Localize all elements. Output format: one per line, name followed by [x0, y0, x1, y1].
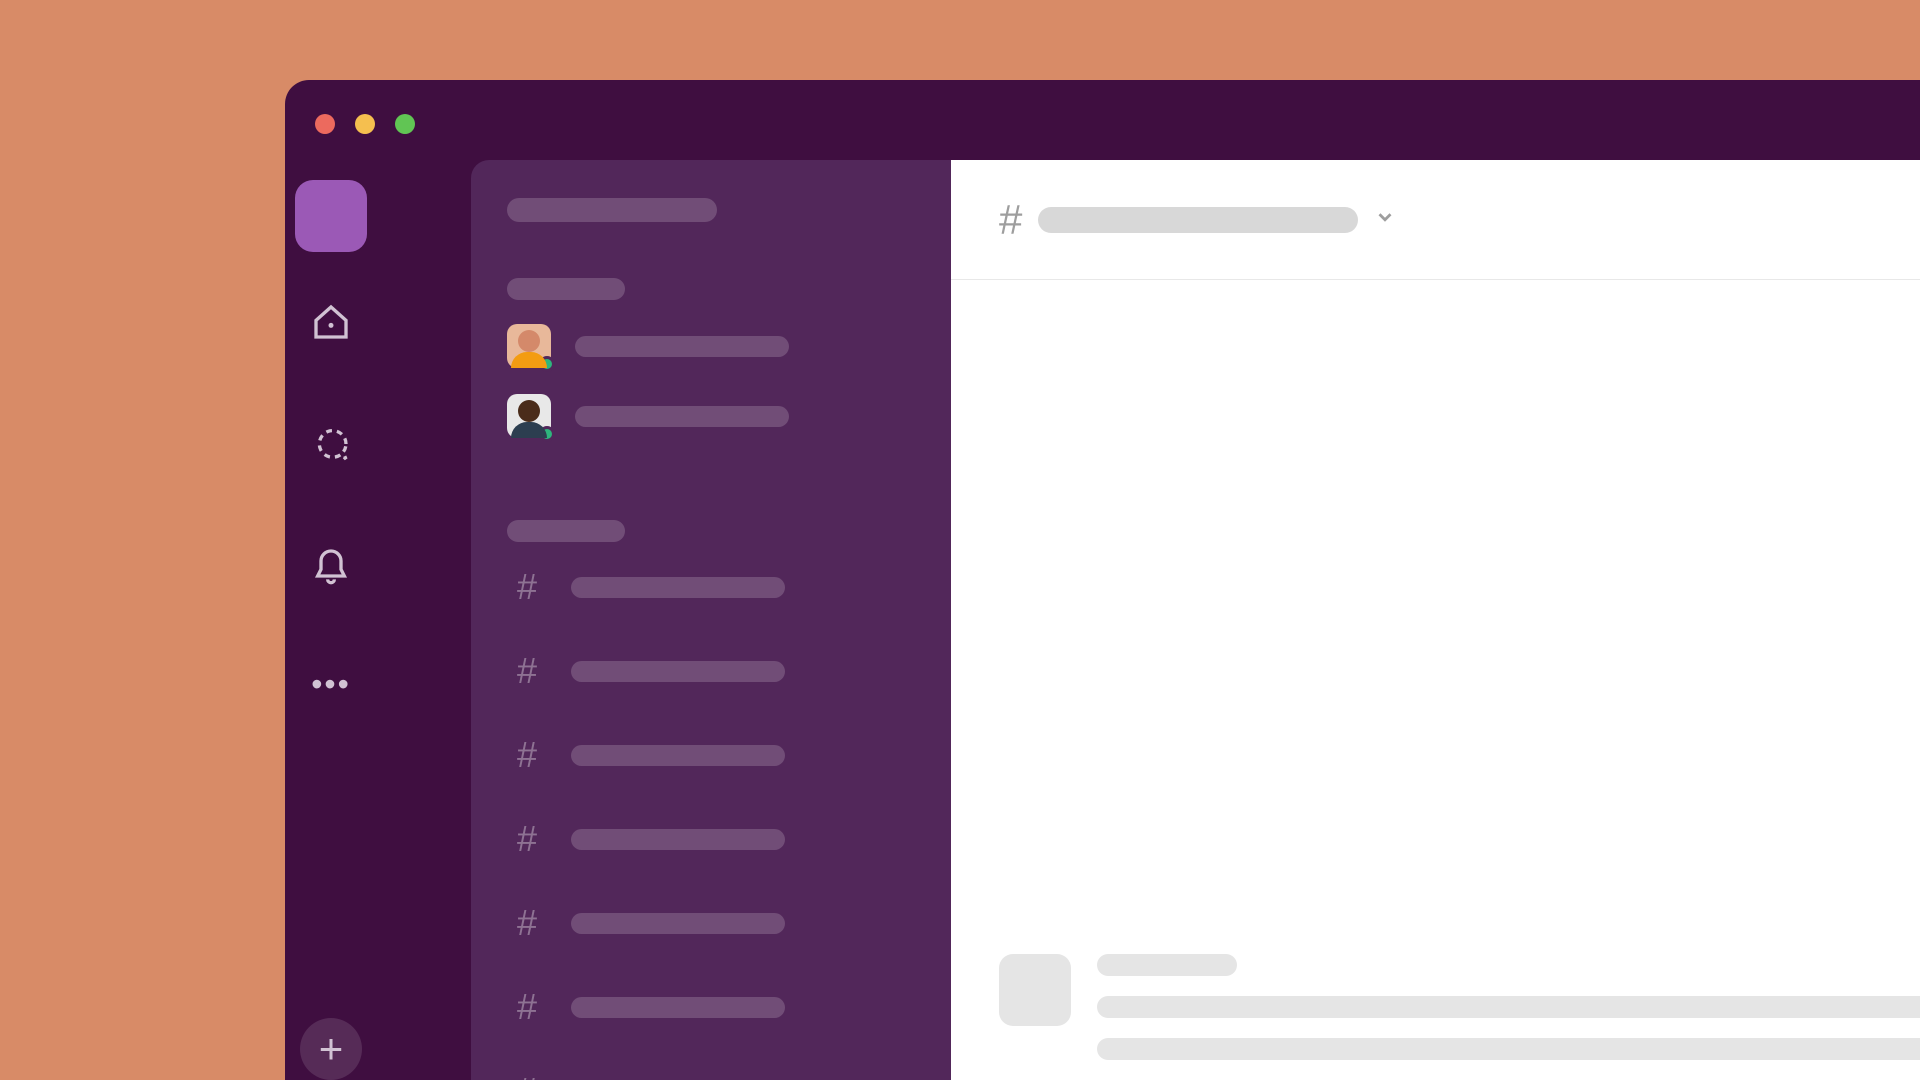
channel-name-placeholder [571, 829, 785, 850]
plus-icon: + [319, 1025, 344, 1073]
hash-icon: # [999, 196, 1022, 244]
add-button[interactable]: + [300, 1018, 362, 1080]
channel-item[interactable]: # [507, 734, 915, 776]
dm-section-header-placeholder[interactable] [507, 278, 625, 300]
presence-indicator [539, 356, 555, 372]
close-button[interactable] [315, 114, 335, 134]
channel-item[interactable]: # [507, 818, 915, 860]
dm-name-placeholder [575, 406, 789, 427]
hash-icon: # [507, 818, 547, 860]
channel-name-placeholder [571, 661, 785, 682]
avatar [507, 394, 551, 438]
main-content: # [951, 160, 1920, 1080]
channels-section-header-placeholder[interactable] [507, 520, 625, 542]
channel-item[interactable]: # [507, 650, 915, 692]
nav-rail: ••• + [285, 160, 377, 1080]
minimize-button[interactable] [355, 114, 375, 134]
hash-icon: # [507, 650, 547, 692]
author-name-placeholder [1097, 954, 1237, 976]
hash-icon: # [507, 986, 547, 1028]
hash-icon: # [507, 566, 547, 608]
message-line-placeholder [1097, 996, 1920, 1018]
more-icon[interactable]: ••• [311, 668, 351, 700]
message-line-placeholder [1097, 1038, 1920, 1060]
traffic-lights [315, 114, 415, 134]
channel-name-placeholder [571, 997, 785, 1018]
avatar [507, 324, 551, 368]
hash-icon: # [507, 902, 547, 944]
dm-name-placeholder [575, 336, 789, 357]
channel-name-placeholder [571, 745, 785, 766]
chevron-down-icon[interactable] [1374, 206, 1396, 233]
channel-item[interactable]: # [507, 902, 915, 944]
activity-icon[interactable] [311, 546, 351, 586]
channel-item[interactable]: # [507, 986, 915, 1028]
hash-icon: # [507, 1070, 547, 1080]
channel-item[interactable]: # [507, 566, 915, 608]
channel-name-placeholder[interactable] [1038, 207, 1358, 233]
dm-item[interactable] [507, 394, 915, 438]
channel-item[interactable]: # [507, 1070, 915, 1080]
workspace-name-placeholder[interactable] [507, 198, 717, 222]
hash-icon: # [507, 734, 547, 776]
channel-name-placeholder [571, 913, 785, 934]
message-content [1097, 954, 1920, 1080]
channel-name-placeholder [571, 577, 785, 598]
home-icon[interactable] [311, 302, 351, 342]
dms-icon[interactable] [311, 424, 351, 464]
dm-item[interactable] [507, 324, 915, 368]
app-window: ••• + # # [285, 80, 1920, 1080]
avatar-placeholder[interactable] [999, 954, 1071, 1026]
sidebar: # # # # # # # [471, 160, 951, 1080]
channel-header: # [951, 160, 1920, 280]
maximize-button[interactable] [395, 114, 415, 134]
workspace-switcher[interactable] [295, 180, 367, 252]
message-item [999, 954, 1920, 1080]
presence-indicator [539, 426, 555, 442]
message-area [999, 954, 1920, 1080]
